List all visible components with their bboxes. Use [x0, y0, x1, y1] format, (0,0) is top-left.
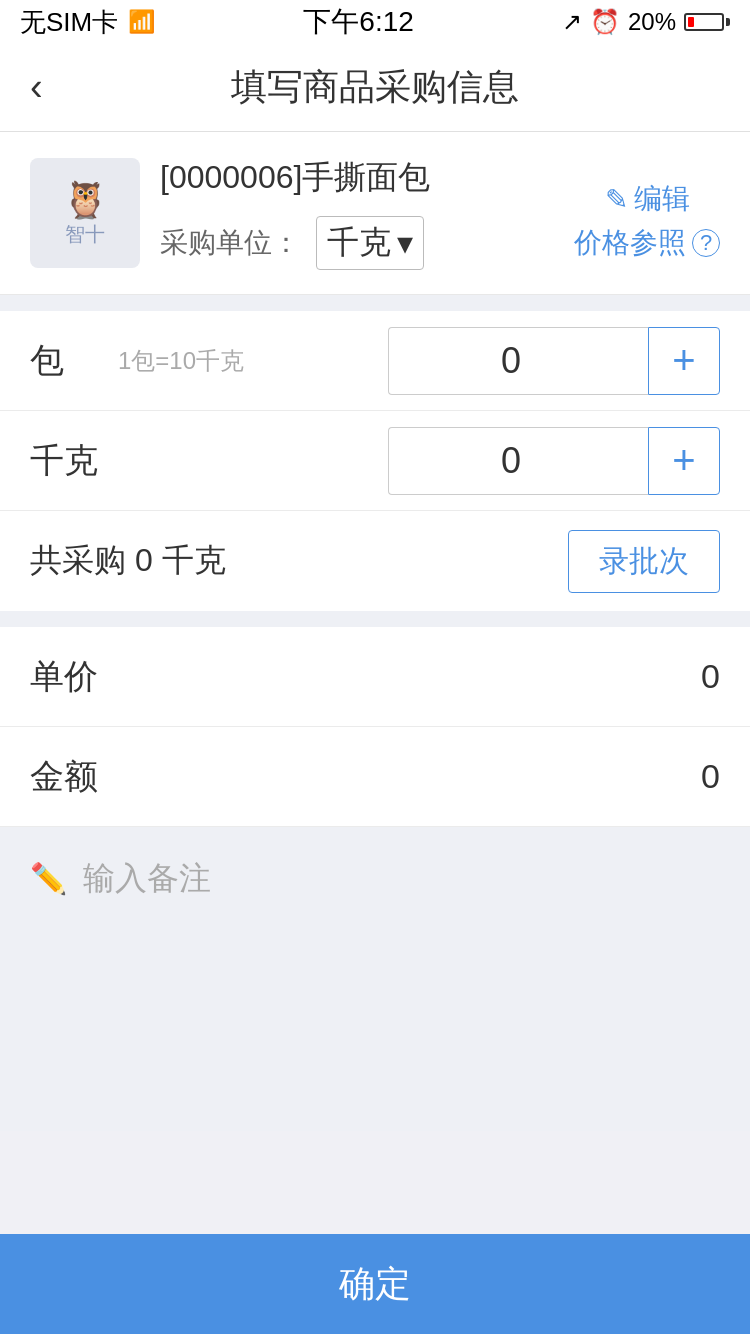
bag-row: 包 1包=10千克 +	[0, 311, 750, 411]
nav-bar: ‹ 填写商品采购信息	[0, 44, 750, 132]
input-section: 包 1包=10千克 + 千克 + 共采购 0 千克 录批次	[0, 311, 750, 611]
status-right: ↗ ⏰ 20%	[562, 8, 730, 36]
product-info: [0000006]手撕面包 ✎ 编辑 采购单位： 千克 ▾ 价格参照 ?	[160, 156, 720, 270]
bag-input-group: +	[388, 327, 720, 395]
kg-input-group: +	[388, 427, 720, 495]
unit-price-row: 单价 0	[0, 627, 750, 727]
battery-icon	[684, 13, 730, 31]
carrier-label: 无SIM卡	[20, 5, 118, 40]
bag-sublabel: 1包=10千克	[118, 345, 244, 377]
product-logo: 🦉 智十	[30, 158, 140, 268]
owl-icon: 🦉	[63, 179, 108, 221]
status-bar: 无SIM卡 📶 下午6:12 ↗ ⏰ 20%	[0, 0, 750, 44]
dropdown-icon: ▾	[397, 224, 413, 262]
bag-input[interactable]	[388, 327, 648, 395]
edit-icon: ✎	[605, 183, 628, 216]
pencil-icon: ✏️	[30, 861, 67, 896]
unit-price-label: 单价	[30, 654, 98, 700]
status-left: 无SIM卡 📶	[20, 5, 155, 40]
unit-price-value: 0	[701, 657, 720, 696]
page-title: 填写商品采购信息	[231, 63, 519, 112]
unit-value: 千克	[327, 221, 391, 265]
amount-value: 0	[701, 757, 720, 796]
edit-button[interactable]: ✎ 编辑	[605, 180, 690, 218]
unit-select[interactable]: 千克 ▾	[316, 216, 424, 270]
bag-plus-button[interactable]: +	[648, 327, 720, 395]
product-card: 🦉 智十 [0000006]手撕面包 ✎ 编辑 采购单位： 千克 ▾ 价格参照 …	[0, 132, 750, 295]
confirm-button[interactable]: 确定	[0, 1234, 750, 1334]
section-divider-1	[0, 295, 750, 311]
unit-label: 采购单位：	[160, 224, 300, 262]
back-button[interactable]: ‹	[30, 66, 43, 109]
wifi-icon: 📶	[128, 9, 155, 35]
location-icon: ↗	[562, 8, 582, 36]
price-ref-icon: ?	[692, 229, 720, 257]
batch-button[interactable]: 录批次	[568, 530, 720, 593]
status-time: 下午6:12	[303, 3, 414, 41]
confirm-label: 确定	[339, 1260, 411, 1309]
price-ref-button[interactable]: 价格参照 ?	[574, 224, 720, 262]
remark-placeholder: 输入备注	[83, 857, 211, 901]
logo-text: 智十	[65, 221, 105, 248]
amount-label: 金额	[30, 754, 98, 800]
battery-percent: 20%	[628, 8, 676, 36]
content-spacer	[0, 931, 750, 1131]
product-unit-row: 采购单位： 千克 ▾ 价格参照 ?	[160, 216, 720, 270]
remark-section[interactable]: ✏️ 输入备注	[0, 827, 750, 931]
summary-text: 共采购 0 千克	[30, 539, 226, 583]
kg-label: 千克	[30, 438, 110, 484]
summary-row: 共采购 0 千克 录批次	[0, 511, 750, 611]
kg-input[interactable]	[388, 427, 648, 495]
kg-row: 千克 +	[0, 411, 750, 511]
amount-row: 金额 0	[0, 727, 750, 827]
price-section: 单价 0 金额 0	[0, 627, 750, 827]
alarm-icon: ⏰	[590, 8, 620, 36]
section-divider-2	[0, 611, 750, 627]
kg-plus-button[interactable]: +	[648, 427, 720, 495]
bag-label: 包	[30, 338, 110, 384]
